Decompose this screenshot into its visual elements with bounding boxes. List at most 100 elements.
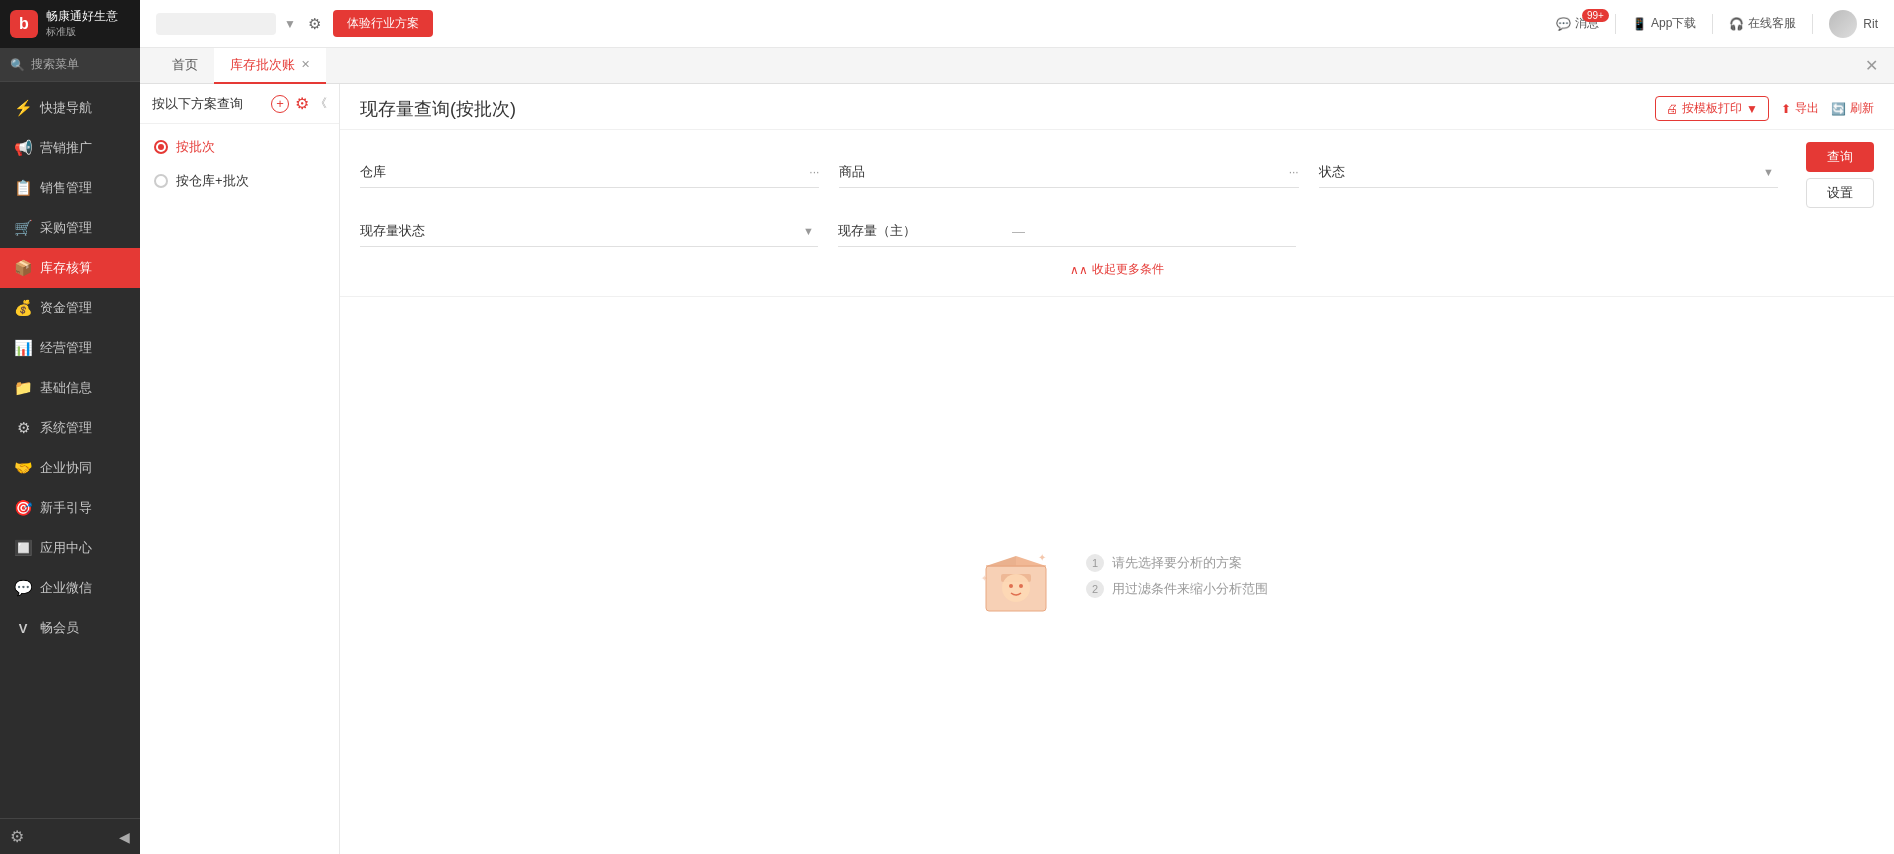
warehouse-more-icon[interactable]: ···	[809, 165, 819, 179]
collapse-more-label: 收起更多条件	[1092, 261, 1164, 278]
sidebar-item-purchase[interactable]: 🛒 采购管理	[0, 208, 140, 248]
app-version: 标准版	[46, 25, 118, 39]
inventory-status-arrow-icon: ▼	[803, 225, 814, 237]
status-arrow-icon: ▼	[1763, 166, 1774, 178]
add-scheme-icon[interactable]: +	[271, 95, 289, 113]
chevron-up-icon: ∧∧	[1070, 263, 1088, 277]
sidebar-item-guide-label: 新手引导	[40, 499, 92, 517]
query-btn[interactable]: 查询	[1806, 142, 1874, 172]
finance-icon: 💰	[14, 299, 32, 317]
collapse-panel-icon[interactable]: 《	[315, 95, 327, 112]
sidebar: b 畅康通好生意 标准版 🔍 搜索菜单 ⚡ 快捷导航 📢 营销推广 📋 销售管理	[0, 0, 140, 854]
messages-badge: 99+	[1582, 9, 1609, 22]
sidebar-item-marketing[interactable]: 📢 营销推广	[0, 128, 140, 168]
warehouse-filter-field: 仓库 ···	[360, 163, 819, 188]
online-service-btn[interactable]: 🎧 在线客服	[1729, 15, 1796, 32]
export-btn[interactable]: ⬆ 导出	[1781, 100, 1819, 117]
svg-text:✦: ✦	[981, 574, 988, 583]
qty-min-input[interactable]	[924, 223, 1004, 239]
sidebar-item-system-label: 系统管理	[40, 419, 92, 437]
warehouse-input[interactable]	[394, 164, 809, 179]
headset-icon: 🎧	[1729, 17, 1744, 31]
settings-btn[interactable]: 设置	[1806, 178, 1874, 208]
scheme-by-batch-label: 按批次	[176, 138, 215, 156]
topbar-dropdown-icon[interactable]: ▼	[284, 17, 296, 31]
page-close-icon[interactable]: ✕	[1865, 56, 1878, 75]
sidebar-item-finance[interactable]: 💰 资金管理	[0, 288, 140, 328]
refresh-btn[interactable]: 🔄 刷新	[1831, 100, 1874, 117]
tab-close-icon[interactable]: ✕	[301, 58, 310, 71]
sidebar-item-enterprise[interactable]: 🤝 企业协同	[0, 448, 140, 488]
marketing-icon: 📢	[14, 139, 32, 157]
user-name-label: Rit	[1863, 17, 1878, 31]
sidebar-item-sales[interactable]: 📋 销售管理	[0, 168, 140, 208]
purchase-icon: 🛒	[14, 219, 32, 237]
status-filter-field: 状态 ▼	[1319, 163, 1778, 188]
sidebar-item-inventory[interactable]: 📦 库存核算	[0, 248, 140, 288]
user-area[interactable]: Rit	[1829, 10, 1878, 38]
goods-more-icon[interactable]: ···	[1289, 165, 1299, 179]
topbar-search-input[interactable]	[156, 13, 276, 35]
tip-num-1: 1	[1086, 554, 1104, 572]
sidebar-item-sales-label: 销售管理	[40, 179, 92, 197]
filter-area: 仓库 ··· 商品 ··· 状态	[340, 130, 1894, 297]
page-header-actions: 🖨 按模板打印 ▼ ⬆ 导出 🔄 刷新	[1655, 96, 1874, 121]
sidebar-item-operations[interactable]: 📊 经营管理	[0, 328, 140, 368]
phone-icon: 📱	[1632, 17, 1647, 31]
sidebar-item-guide[interactable]: 🎯 新手引导	[0, 488, 140, 528]
app-title-group: 畅康通好生意 标准版	[46, 9, 118, 39]
svg-point-6	[1002, 574, 1030, 602]
collapse-more-btn[interactable]: ∧∧ 收起更多条件	[360, 255, 1874, 284]
sidebar-item-wx[interactable]: 💬 企业微信	[0, 568, 140, 608]
quick-nav-icon: ⚡	[14, 99, 32, 117]
app-name: 畅康通好生意	[46, 9, 118, 25]
svg-point-7	[1009, 584, 1013, 588]
sidebar-item-member[interactable]: V 畅会员	[0, 608, 140, 648]
qty-main-field: 现存量（主） —	[838, 222, 1296, 247]
sidebar-item-basics[interactable]: 📁 基础信息	[0, 368, 140, 408]
empty-state: ✦ ✦ 1 请先选择要分析的方案 2 用过滤条件来缩小分析范围	[340, 297, 1894, 854]
experience-btn[interactable]: 体验行业方案	[333, 10, 433, 37]
scheme-active-dot	[154, 140, 168, 154]
scheme-item-by-warehouse-batch[interactable]: 按仓库+批次	[140, 164, 339, 198]
svg-text:✦: ✦	[1038, 552, 1046, 563]
messages-btn[interactable]: 💬 消息 99+	[1556, 15, 1599, 32]
sidebar-item-system[interactable]: ⚙ 系统管理	[0, 408, 140, 448]
sidebar-item-member-label: 畅会员	[40, 619, 79, 637]
print-dropdown-icon[interactable]: ▼	[1746, 102, 1758, 116]
refresh-icon: 🔄	[1831, 102, 1846, 116]
sidebar-settings-icon[interactable]: ⚙	[10, 827, 24, 846]
qty-max-input[interactable]	[1033, 224, 1113, 239]
status-select[interactable]	[1353, 164, 1778, 179]
scheme-item-by-batch[interactable]: 按批次	[140, 130, 339, 164]
inventory-status-select[interactable]	[433, 224, 818, 239]
tab-inventory-batch[interactable]: 库存批次账 ✕	[214, 48, 326, 84]
print-btn[interactable]: 🖨 按模板打印 ▼	[1655, 96, 1769, 121]
empty-tip-1: 1 请先选择要分析的方案	[1086, 554, 1268, 572]
sidebar-item-app-center[interactable]: 🔲 应用中心	[0, 528, 140, 568]
topbar-gear-icon[interactable]: ⚙	[308, 15, 321, 33]
operations-icon: 📊	[14, 339, 32, 357]
basics-icon: 📁	[14, 379, 32, 397]
inventory-status-label: 现存量状态	[360, 222, 425, 240]
divider-3	[1812, 14, 1813, 34]
sidebar-nav: ⚡ 快捷导航 📢 营销推广 📋 销售管理 🛒 采购管理 📦 库存核算 💰	[0, 82, 140, 818]
search-menu[interactable]: 🔍 搜索菜单	[0, 48, 140, 82]
sidebar-header: b 畅康通好生意 标准版	[0, 0, 140, 48]
sidebar-item-purchase-label: 采购管理	[40, 219, 92, 237]
app-download-label: App下载	[1651, 15, 1696, 32]
filter-buttons: 查询 设置	[1806, 142, 1874, 208]
member-icon: V	[14, 621, 32, 636]
sidebar-item-wx-label: 企业微信	[40, 579, 92, 597]
empty-illustration: ✦ ✦	[966, 526, 1066, 626]
goods-input[interactable]	[873, 164, 1288, 179]
tab-home[interactable]: 首页	[156, 48, 214, 84]
app-download-btn[interactable]: 📱 App下载	[1632, 15, 1696, 32]
sidebar-item-quick-nav[interactable]: ⚡ 快捷导航	[0, 88, 140, 128]
settings-scheme-icon[interactable]: ⚙	[295, 94, 309, 113]
wx-icon: 💬	[14, 579, 32, 597]
refresh-label: 刷新	[1850, 100, 1874, 117]
sidebar-collapse-icon[interactable]: ◀	[119, 829, 130, 845]
goods-filter-field: 商品 ···	[839, 163, 1298, 188]
svg-point-8	[1019, 584, 1023, 588]
